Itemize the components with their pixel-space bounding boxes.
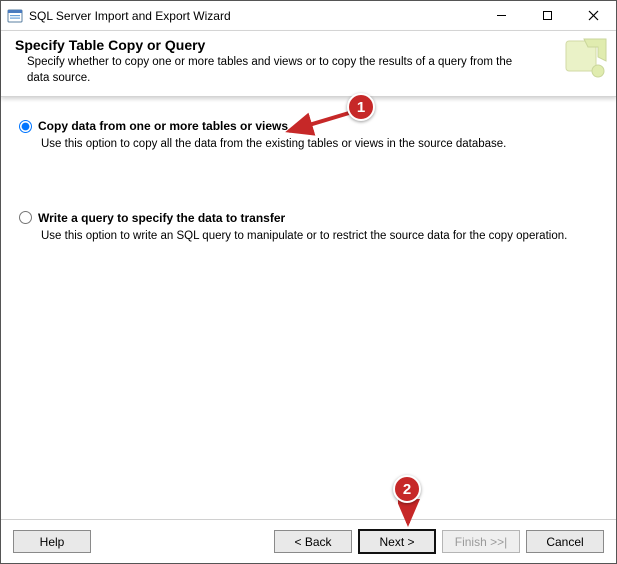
cancel-button[interactable]: Cancel [526, 530, 604, 553]
annotation-badge-1: 1 [347, 93, 375, 121]
maximize-button[interactable] [524, 1, 570, 30]
page-title: Specify Table Copy or Query [15, 37, 604, 53]
option-write-query: Write a query to specify the data to tra… [19, 211, 598, 245]
radio-write-query[interactable] [19, 211, 32, 224]
option-copy-tables-label: Copy data from one or more tables or vie… [38, 119, 288, 133]
app-icon [7, 8, 23, 24]
page-subtitle: Specify whether to copy one or more tabl… [15, 55, 515, 86]
help-button[interactable]: Help [13, 530, 91, 553]
window-controls [478, 1, 616, 30]
back-button[interactable]: < Back [274, 530, 352, 553]
option-write-query-desc: Use this option to write an SQL query to… [41, 229, 598, 245]
option-write-query-label: Write a query to specify the data to tra… [38, 211, 285, 225]
radio-copy-tables[interactable] [19, 120, 32, 133]
annotation-badge-2: 2 [393, 475, 421, 503]
titlebar: SQL Server Import and Export Wizard [1, 1, 616, 31]
window-title: SQL Server Import and Export Wizard [29, 9, 478, 23]
wizard-footer: Help < Back Next > Finish >>| Cancel [1, 519, 616, 563]
next-button[interactable]: Next > [358, 529, 436, 554]
finish-button: Finish >>| [442, 530, 520, 553]
close-button[interactable] [570, 1, 616, 30]
minimize-button[interactable] [478, 1, 524, 30]
option-copy-tables-row[interactable]: Copy data from one or more tables or vie… [19, 119, 598, 133]
option-copy-tables-desc: Use this option to copy all the data fro… [41, 137, 598, 153]
wizard-body: Copy data from one or more tables or vie… [1, 97, 616, 521]
wizard-header: Specify Table Copy or Query Specify whet… [1, 31, 616, 97]
wizard-icon [562, 35, 610, 83]
option-copy-tables: Copy data from one or more tables or vie… [19, 119, 598, 153]
option-write-query-row[interactable]: Write a query to specify the data to tra… [19, 211, 598, 225]
